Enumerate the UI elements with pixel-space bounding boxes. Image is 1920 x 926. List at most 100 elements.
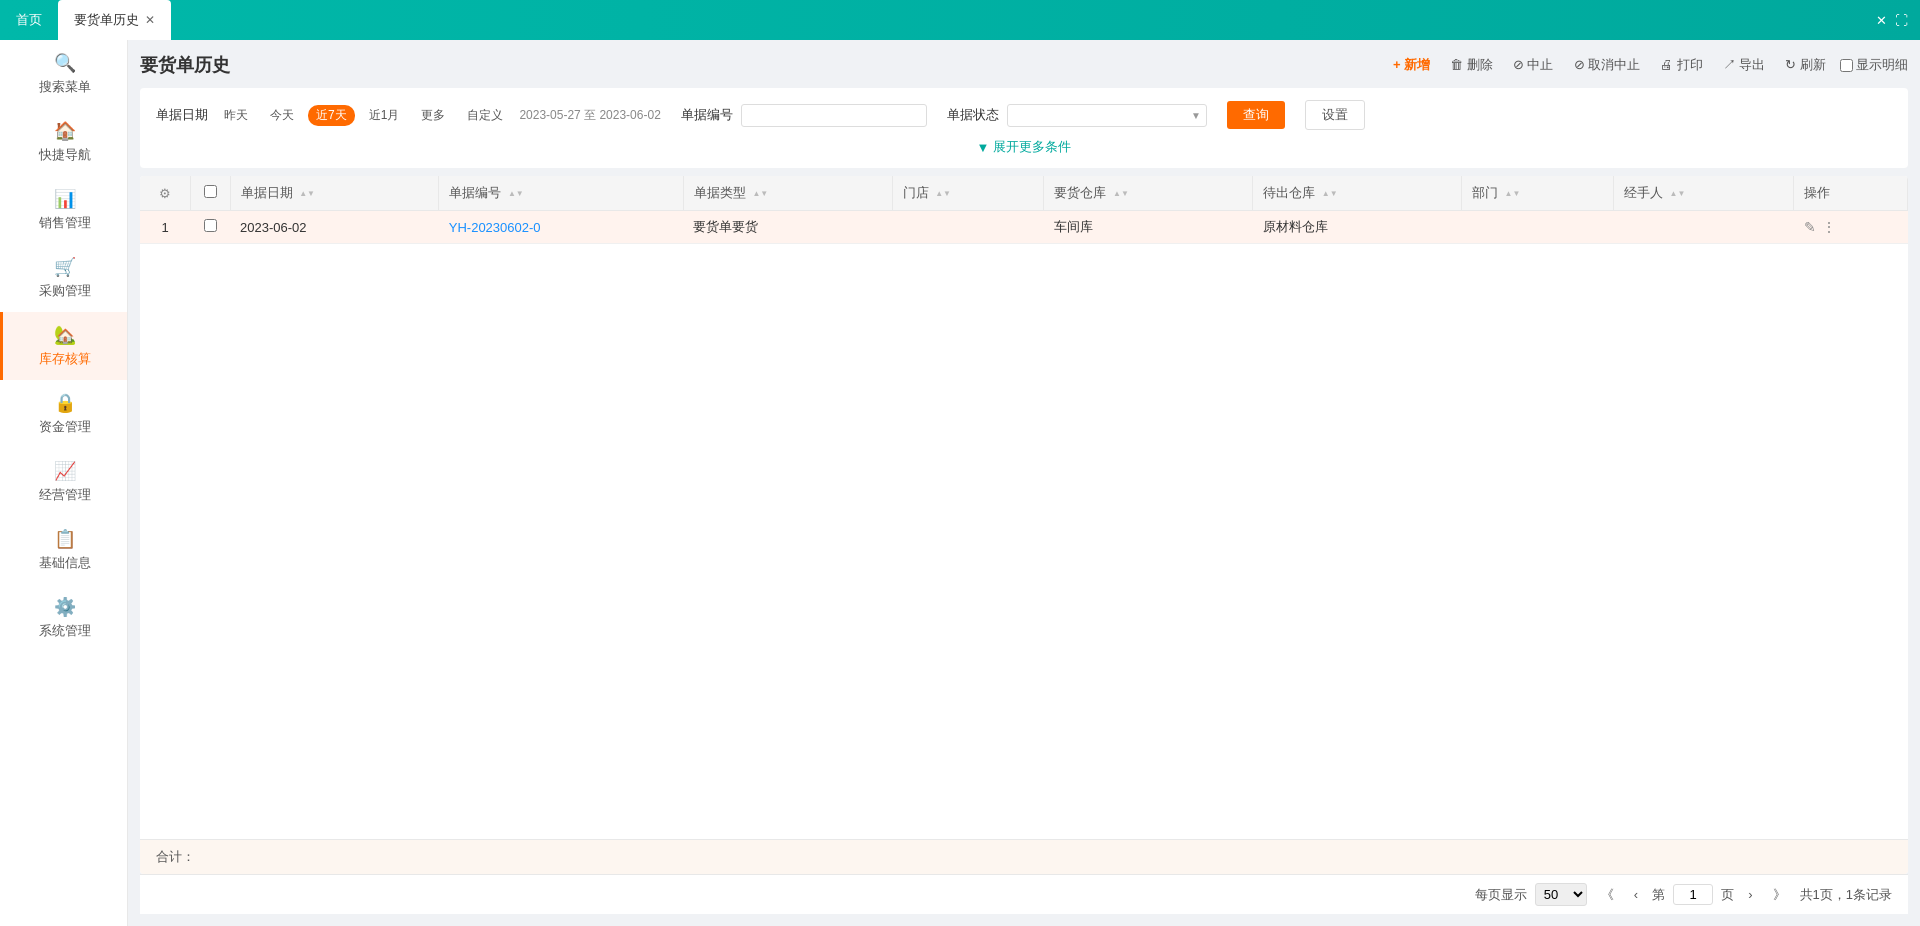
date-option-custom[interactable]: 自定义 [459, 105, 511, 126]
filter-docnumber-group: 单据编号 [681, 104, 927, 127]
last-page-button[interactable]: 》 [1767, 884, 1792, 906]
per-page-select[interactable]: 10 20 50 100 [1535, 883, 1587, 906]
topbar-close-icon[interactable]: ✕ [1876, 13, 1887, 28]
cell-index: 1 [140, 211, 190, 244]
tab-close-icon[interactable]: ✕ [145, 13, 155, 27]
pagination-bar: 每页显示 10 20 50 100 《 ‹ 第 页 › 》 共1页，1条记录 [140, 874, 1908, 914]
prev-page-button[interactable]: ‹ [1628, 885, 1644, 904]
sort-icon-store[interactable]: ▲▼ [935, 190, 951, 198]
pagination-total-info: 共1页，1条记录 [1800, 886, 1892, 904]
date-option-1month[interactable]: 近1月 [361, 105, 408, 126]
sidebar-item-basic-info[interactable]: 📋 基础信息 [0, 516, 127, 584]
sort-icon-pending-warehouse[interactable]: ▲▼ [1322, 190, 1338, 198]
sidebar: 🔍 搜索菜单 🏠 快捷导航 📊 销售管理 🛒 采购管理 🏡 库存核算 🔒 资金管… [0, 40, 128, 926]
sidebar-item-purchase-mgmt-label: 采购管理 [39, 282, 91, 300]
display-detail-label: 显示明细 [1856, 56, 1908, 74]
query-button[interactable]: 查询 [1227, 101, 1285, 129]
th-req-warehouse: 要货仓库 ▲▼ [1044, 176, 1253, 211]
delete-button[interactable]: 🗑 删除 [1444, 52, 1499, 78]
sort-icon-req-warehouse[interactable]: ▲▼ [1113, 190, 1129, 198]
sys-mgmt-icon: ⚙️ [54, 596, 76, 618]
page-number-input[interactable] [1673, 884, 1713, 905]
sidebar-item-inventory[interactable]: 🏡 库存核算 [0, 312, 127, 380]
sort-icon-doc-date[interactable]: ▲▼ [299, 190, 315, 198]
sort-icon-handler[interactable]: ▲▼ [1669, 190, 1685, 198]
cell-req-warehouse: 车间库 [1044, 211, 1253, 244]
next-page-button[interactable]: › [1742, 885, 1758, 904]
date-option-more[interactable]: 更多 [413, 105, 453, 126]
action-edit-icon[interactable]: ✎ [1804, 219, 1816, 235]
th-doc-type: 单据类型 ▲▼ [683, 176, 892, 211]
th-doc-date: 单据日期 ▲▼ [230, 176, 439, 211]
refresh-button[interactable]: ↻ 刷新 [1779, 52, 1832, 78]
select-all-checkbox[interactable] [204, 185, 217, 198]
sidebar-item-inventory-label: 库存核算 [39, 350, 91, 368]
sidebar-item-search-menu[interactable]: 🔍 搜索菜单 [0, 40, 127, 108]
sidebar-item-ops-mgmt-label: 经营管理 [39, 486, 91, 504]
sidebar-item-sales-mgmt-label: 销售管理 [39, 214, 91, 232]
export-button[interactable]: ↗ 导出 [1717, 52, 1772, 78]
sort-icon-department[interactable]: ▲▼ [1505, 190, 1521, 198]
filter-date-options: 昨天 今天 近7天 近1月 更多 自定义 [216, 105, 511, 126]
table-spacer [140, 244, 1908, 839]
table-row[interactable]: 1 2023-06-02 YH-20230602-0 要货单要货 车间库 原材料… [140, 211, 1908, 244]
date-option-7days[interactable]: 近7天 [308, 105, 355, 126]
top-bar: 首页 要货单历史 ✕ ✕ ⛶ [0, 0, 1920, 40]
sort-icon-doc-number[interactable]: ▲▼ [508, 190, 524, 198]
sidebar-item-quick-nav[interactable]: 🏠 快捷导航 [0, 108, 127, 176]
cell-action: ✎ ⋮ [1794, 211, 1908, 244]
cancel-stop-button[interactable]: ⊘ 取消中止 [1568, 52, 1647, 78]
sidebar-item-ops-mgmt[interactable]: 📈 经营管理 [0, 448, 127, 516]
th-handler: 经手人 ▲▼ [1613, 176, 1793, 211]
print-button[interactable]: 🖨 打印 [1654, 52, 1709, 78]
column-settings-icon[interactable]: ⚙ [159, 186, 171, 201]
new-button[interactable]: + 新增 [1387, 52, 1436, 78]
purchase-mgmt-icon: 🛒 [54, 256, 76, 278]
sort-icon-doc-type[interactable]: ▲▼ [752, 190, 768, 198]
tab-bar: 首页 要货单历史 ✕ [0, 0, 1864, 40]
th-pending-warehouse-label: 待出仓库 [1263, 185, 1315, 200]
topbar-fullscreen-icon[interactable]: ⛶ [1895, 13, 1908, 28]
filter-date-label: 单据日期 [156, 106, 208, 124]
filter-docnumber-input[interactable] [741, 104, 927, 127]
date-option-yesterday[interactable]: 昨天 [216, 105, 256, 126]
table-container: ⚙ 单据日期 ▲▼ 单据编号 ▲▼ [140, 176, 1908, 874]
sidebar-item-purchase-mgmt[interactable]: 🛒 采购管理 [0, 244, 127, 312]
action-icons: ✎ ⋮ [1804, 219, 1898, 235]
th-doc-number-label: 单据编号 [449, 185, 501, 200]
expand-more-button[interactable]: ▼ 展开更多条件 [156, 138, 1892, 156]
sidebar-item-sys-mgmt-label: 系统管理 [39, 622, 91, 640]
cell-department [1461, 211, 1613, 244]
table-body: 1 2023-06-02 YH-20230602-0 要货单要货 车间库 原材料… [140, 211, 1908, 244]
filter-docstatus-label: 单据状态 [947, 106, 999, 124]
sidebar-item-finance-mgmt[interactable]: 🔒 资金管理 [0, 380, 127, 448]
th-pending-warehouse: 待出仓库 ▲▼ [1253, 176, 1462, 211]
page-header: 要货单历史 + 新增 🗑 删除 ⊘ 中止 ⊘ 取消中止 🖨 打印 ↗ 导出 ↻ … [140, 52, 1908, 78]
sidebar-item-sales-mgmt[interactable]: 📊 销售管理 [0, 176, 127, 244]
cell-doc-type: 要货单要货 [683, 211, 892, 244]
th-doc-type-label: 单据类型 [694, 185, 746, 200]
th-handler-label: 经手人 [1624, 185, 1663, 200]
display-detail-checkbox[interactable] [1840, 59, 1853, 72]
cell-doc-date: 2023-06-02 [230, 211, 439, 244]
sidebar-item-sys-mgmt[interactable]: ⚙️ 系统管理 [0, 584, 127, 652]
filter-docstatus-group: 单据状态 [947, 104, 1207, 127]
row-checkbox[interactable] [204, 219, 217, 232]
settings-button[interactable]: 设置 [1305, 100, 1365, 130]
page-title: 要货单历史 [140, 53, 230, 77]
doc-number-link[interactable]: YH-20230602-0 [449, 220, 541, 235]
table-header-row: ⚙ 单据日期 ▲▼ 单据编号 ▲▼ [140, 176, 1908, 211]
tab-order-history[interactable]: 要货单历史 ✕ [58, 0, 171, 40]
filter-docstatus-select[interactable] [1007, 104, 1207, 127]
cell-pending-warehouse: 原材料仓库 [1253, 211, 1462, 244]
stop-button[interactable]: ⊘ 中止 [1507, 52, 1560, 78]
quick-nav-icon: 🏠 [54, 120, 76, 142]
action-more-icon[interactable]: ⋮ [1822, 219, 1836, 235]
th-req-warehouse-label: 要货仓库 [1054, 185, 1106, 200]
tab-home-label: 首页 [16, 11, 42, 29]
th-checkbox [190, 176, 230, 211]
display-detail-button[interactable]: 显示明细 [1840, 56, 1908, 74]
first-page-button[interactable]: 《 [1595, 884, 1620, 906]
date-option-today[interactable]: 今天 [262, 105, 302, 126]
tab-home[interactable]: 首页 [0, 0, 58, 40]
